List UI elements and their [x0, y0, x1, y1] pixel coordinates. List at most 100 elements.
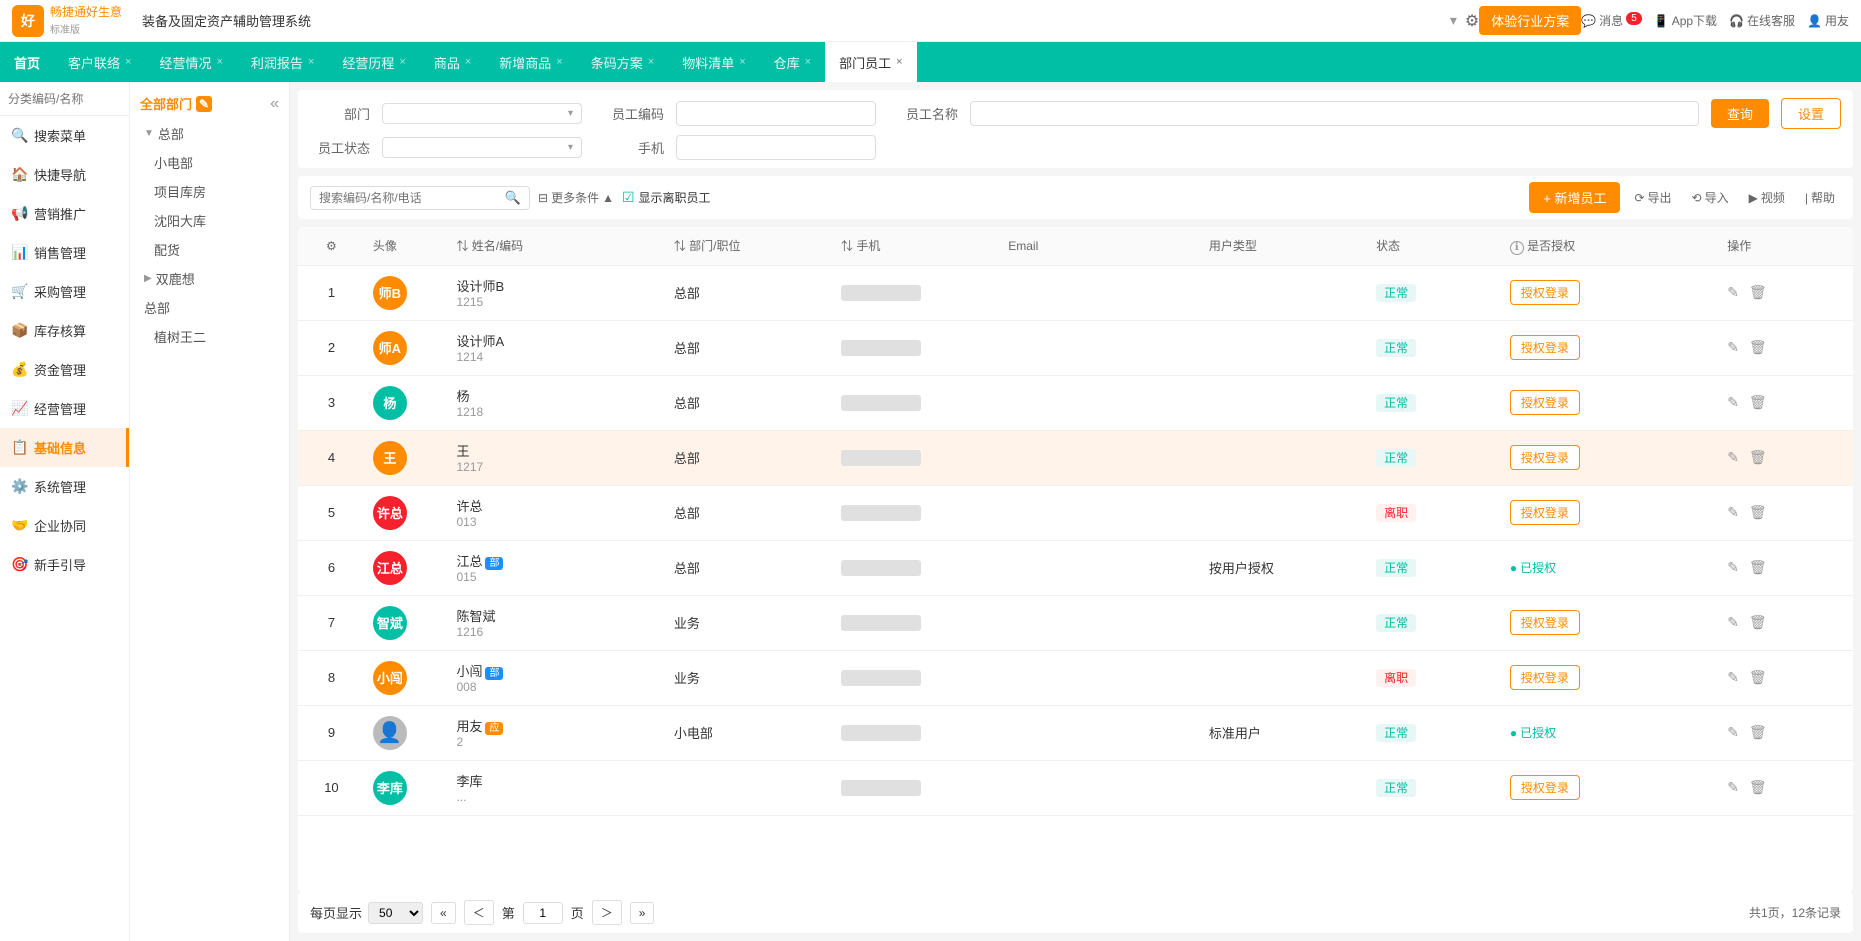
sidebar-item-system[interactable]: ⚙️ 系统管理 [0, 467, 129, 506]
close-new-goods-tab[interactable]: × [556, 56, 562, 68]
delete-icon[interactable]: 🗑 [1749, 669, 1767, 686]
delete-icon[interactable]: 🗑 [1749, 394, 1767, 411]
set-button[interactable]: 设置 [1781, 98, 1841, 129]
delete-icon[interactable]: 🗑 [1749, 284, 1767, 301]
dept-node-zhishu[interactable]: 植树王二 [130, 322, 289, 351]
sidebar-item-basic-info[interactable]: 📋 基础信息 [0, 428, 129, 467]
close-goods-tab[interactable]: × [465, 56, 471, 68]
message-button[interactable]: 💬 消息 5 [1581, 12, 1642, 29]
more-filter-button[interactable]: ⊟ 更多条件 ▲ [538, 189, 614, 206]
employee-code-input[interactable] [676, 101, 876, 126]
phone-input[interactable] [676, 135, 876, 160]
close-employee-tab[interactable]: × [896, 56, 902, 68]
edit-icon[interactable]: ✎ [1727, 284, 1739, 301]
auth-button[interactable]: 授权登录 [1510, 775, 1580, 800]
app-download-button[interactable]: 📱 App下载 [1654, 12, 1717, 29]
help-button[interactable]: | 帮助 [1799, 185, 1841, 210]
prev-page-button[interactable]: ＜ [464, 900, 494, 925]
dept-node-shenyang[interactable]: 沈阳大库 [130, 206, 289, 235]
delete-icon[interactable]: 🗑 [1749, 504, 1767, 521]
nav-tab-goods[interactable]: 商品 × [420, 42, 485, 82]
sidebar-item-search[interactable]: 🔍 搜索菜单 [0, 116, 129, 155]
sidebar-item-sales[interactable]: 📊 销售管理 [0, 233, 129, 272]
sidebar-item-guide[interactable]: 🎯 新手引导 [0, 545, 129, 584]
nav-tab-warehouse[interactable]: 仓库 × [760, 42, 825, 82]
delete-icon[interactable]: 🗑 [1749, 779, 1767, 796]
auth-button[interactable]: 授权登录 [1510, 335, 1580, 360]
dept-node-distribution[interactable]: 配货 [130, 235, 289, 264]
delete-icon[interactable]: 🗑 [1749, 614, 1767, 631]
first-page-button[interactable]: « [431, 902, 456, 924]
toolbar-search-icon[interactable]: 🔍 [505, 190, 521, 206]
edit-icon[interactable]: ✎ [1727, 669, 1739, 686]
auth-button[interactable]: 授权登录 [1510, 610, 1580, 635]
auth-button[interactable]: 授权登录 [1510, 665, 1580, 690]
edit-icon[interactable]: ✎ [1727, 559, 1739, 576]
nav-tab-employee[interactable]: 部门员工 × [825, 42, 916, 82]
edit-icon[interactable]: ✎ [1727, 394, 1739, 411]
add-employee-button[interactable]: + 新增员工 [1529, 182, 1620, 213]
settings-col-icon[interactable]: ⚙ [326, 239, 337, 253]
sidebar-item-marketing[interactable]: 📢 营销推广 [0, 194, 129, 233]
auth-button[interactable]: 授权登录 [1510, 445, 1580, 470]
delete-icon[interactable]: 🗑 [1749, 449, 1767, 466]
sidebar-item-management[interactable]: 📈 经营管理 [0, 389, 129, 428]
dept-node-headquarter2[interactable]: 总部 [130, 293, 289, 322]
dept-tree-collapse-icon[interactable]: « [270, 95, 279, 113]
system-dropdown-icon[interactable]: ▾ [1450, 12, 1457, 29]
nav-tab-new-goods[interactable]: 新增商品 × [485, 42, 576, 82]
nav-tab-history[interactable]: 经营历程 × [328, 42, 419, 82]
sidebar-search-input[interactable] [8, 92, 130, 106]
employee-name-input[interactable] [970, 101, 1699, 126]
page-input[interactable] [523, 902, 563, 924]
sidebar-item-inventory[interactable]: 📦 库存核算 [0, 311, 129, 350]
delete-icon[interactable]: 🗑 [1749, 724, 1767, 741]
close-history-tab[interactable]: × [399, 56, 405, 68]
dept-filter-select[interactable]: ▾ [382, 103, 582, 124]
auth-info-icon[interactable]: ℹ [1510, 241, 1524, 255]
nav-tab-customer[interactable]: 客户联络 × [54, 42, 145, 82]
dept-node-xiaodian[interactable]: 小电部 [130, 148, 289, 177]
edit-icon[interactable]: ✎ [1727, 724, 1739, 741]
settings-icon[interactable]: ⚙ [1465, 11, 1479, 31]
import-button[interactable]: ⟲ 导入 [1686, 185, 1735, 210]
edit-icon[interactable]: ✎ [1727, 449, 1739, 466]
close-profit-tab[interactable]: × [308, 56, 314, 68]
query-button[interactable]: 查询 [1711, 99, 1769, 128]
close-warehouse-tab[interactable]: × [805, 56, 811, 68]
edit-icon[interactable]: ✎ [1727, 339, 1739, 356]
edit-icon[interactable]: ✎ [1727, 504, 1739, 521]
delete-icon[interactable]: 🗑 [1749, 339, 1767, 356]
dept-node-shuanglu[interactable]: ▶ 双鹿想 [130, 264, 289, 293]
online-service-button[interactable]: 🎧 在线客服 [1729, 12, 1795, 29]
toolbar-search-input[interactable] [319, 191, 505, 205]
edit-icon[interactable]: ✎ [1727, 614, 1739, 631]
view-button[interactable]: ▶ 视频 [1743, 185, 1791, 210]
close-bom-tab[interactable]: × [739, 56, 745, 68]
dept-node-project[interactable]: 项目库房 [130, 177, 289, 206]
sidebar-item-quick-nav[interactable]: 🏠 快捷导航 [0, 155, 129, 194]
delete-icon[interactable]: 🗑 [1749, 559, 1767, 576]
close-barcode-tab[interactable]: × [648, 56, 654, 68]
nav-tab-operation[interactable]: 经营情况 × [145, 42, 236, 82]
sidebar-item-finance[interactable]: 💰 资金管理 [0, 350, 129, 389]
last-page-button[interactable]: » [630, 902, 655, 924]
per-page-select[interactable]: 50 20 100 [368, 902, 423, 924]
nav-tab-barcode[interactable]: 条码方案 × [577, 42, 668, 82]
auth-button[interactable]: 授权登录 [1510, 280, 1580, 305]
nav-tab-home[interactable]: 首页 [0, 42, 54, 82]
auth-button[interactable]: 授权登录 [1510, 390, 1580, 415]
status-filter-select[interactable]: ▾ [382, 137, 582, 158]
sidebar-item-enterprise[interactable]: 🤝 企业协同 [0, 506, 129, 545]
sidebar-item-purchase[interactable]: 🛒 采购管理 [0, 272, 129, 311]
trial-button[interactable]: 体验行业方案 [1479, 6, 1581, 35]
close-operation-tab[interactable]: × [216, 56, 222, 68]
dept-edit-icon[interactable]: ✎ [196, 96, 212, 112]
export-button[interactable]: ⟳ 导出 [1628, 185, 1677, 210]
user-button[interactable]: 👤 用友 [1807, 12, 1849, 29]
dept-node-headquarter[interactable]: ▼ 总部 [130, 119, 289, 148]
show-resigned-checkbox[interactable]: ☑ 显示离职员工 [622, 189, 711, 206]
nav-tab-bom[interactable]: 物料清单 × [668, 42, 759, 82]
nav-tab-profit[interactable]: 利润报告 × [237, 42, 328, 82]
close-customer-tab[interactable]: × [125, 56, 131, 68]
